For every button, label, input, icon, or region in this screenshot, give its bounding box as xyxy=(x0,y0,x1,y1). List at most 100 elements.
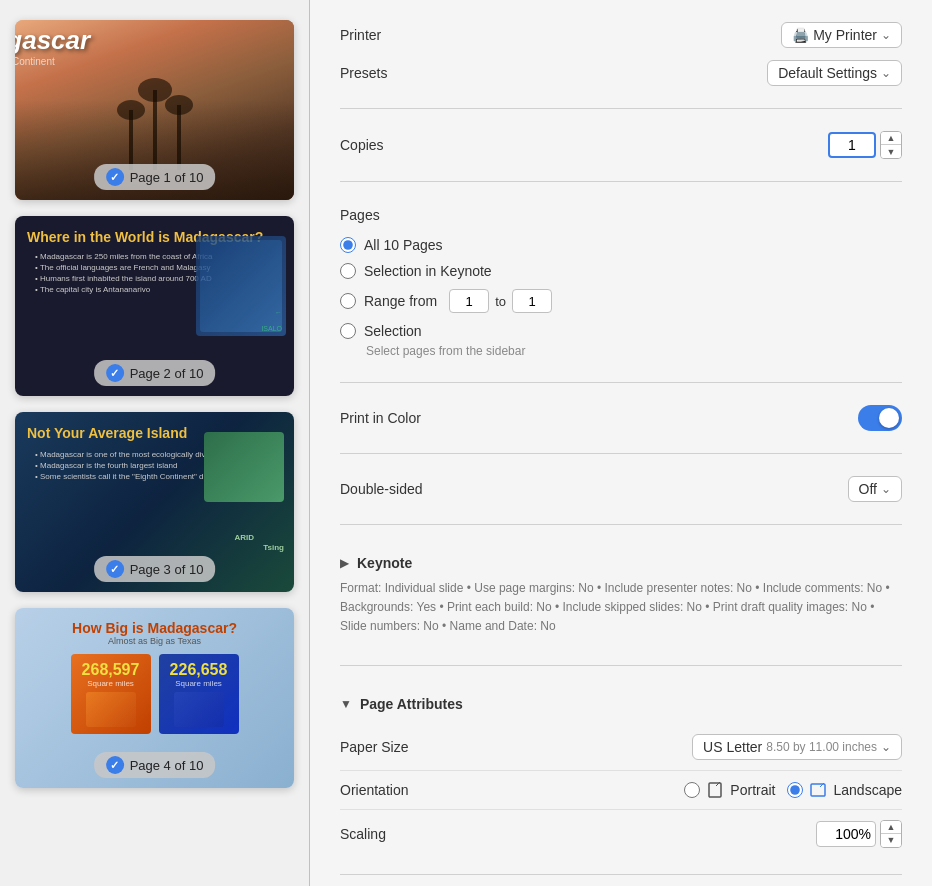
copies-increment-button[interactable]: ▲ xyxy=(881,132,901,145)
slide4-title: How Big is Madagascar? xyxy=(27,620,282,636)
range-inputs: to xyxy=(449,289,552,313)
pages-range-label[interactable]: Range from xyxy=(364,293,437,309)
color-label: Print in Color xyxy=(340,410,421,426)
slide4-stat-2: 226,658 Square miles xyxy=(159,654,239,734)
landscape-option[interactable]: Landscape xyxy=(787,781,902,799)
landscape-icon xyxy=(809,781,827,799)
bottom-bar: ? PDF ▾ Cancel Print xyxy=(340,875,902,886)
slide-item-2[interactable]: Where in the World is Madagascar? • Mada… xyxy=(15,216,294,396)
landscape-label[interactable]: Landscape xyxy=(833,782,902,798)
pages-radio-group: All 10 Pages Selection in Keynote Range … xyxy=(340,228,902,366)
portrait-radio[interactable] xyxy=(684,782,700,798)
color-toggle-thumb xyxy=(879,408,899,428)
orientation-row: Orientation Portrait Lands xyxy=(340,771,902,810)
page-attributes-content: Paper Size US Letter 8.50 by 11.00 inche… xyxy=(340,716,902,858)
double-sided-chevron-icon: ⌄ xyxy=(881,482,891,496)
copies-input[interactable] xyxy=(828,132,876,158)
range-to-input[interactable] xyxy=(512,289,552,313)
portrait-option[interactable]: Portrait xyxy=(684,781,775,799)
paper-size-detail: 8.50 by 11.00 inches xyxy=(766,740,877,754)
double-sided-row: Double-sided Off ⌄ xyxy=(340,470,902,508)
color-section: Print in Color xyxy=(340,383,902,454)
pages-selection-keynote-radio[interactable] xyxy=(340,263,356,279)
slide-check-icon-2 xyxy=(106,364,124,382)
copies-label: Copies xyxy=(340,137,384,153)
range-from-input[interactable] xyxy=(449,289,489,313)
slide-item-1[interactable]: Madagascar The 8th Continent Page 1 of 1… xyxy=(15,20,294,200)
presets-row: Presets Default Settings ⌄ xyxy=(340,54,902,92)
pages-selection-keynote-row: Selection in Keynote xyxy=(340,258,902,284)
printer-chevron-icon: ⌄ xyxy=(881,28,891,42)
slide-item-3[interactable]: Not Your Average Island • Madagascar is … xyxy=(15,412,294,592)
scaling-stepper: ▲ ▼ xyxy=(816,820,902,848)
printer-name: My Printer xyxy=(813,27,877,43)
keynote-section: ▶ Keynote Format: Individual slide • Use… xyxy=(340,525,902,666)
pages-selection-keynote-label[interactable]: Selection in Keynote xyxy=(364,263,492,279)
paper-size-chevron-icon: ⌄ xyxy=(881,740,891,754)
slide-label-1: Page 1 of 10 xyxy=(94,164,216,190)
svg-rect-2 xyxy=(811,784,825,796)
scaling-row: Scaling ▲ ▼ xyxy=(340,810,902,858)
pages-range-radio[interactable] xyxy=(340,293,356,309)
pages-selection-label[interactable]: Selection xyxy=(364,323,422,339)
portrait-label[interactable]: Portrait xyxy=(730,782,775,798)
slide-item-4[interactable]: How Big is Madagascar? Almost as Big as … xyxy=(15,608,294,788)
print-panel: Printer 🖨️ My Printer ⌄ Presets Default … xyxy=(310,0,932,886)
scaling-decrement-button[interactable]: ▼ xyxy=(881,834,901,847)
landscape-radio[interactable] xyxy=(787,782,803,798)
slide-label-2: Page 2 of 10 xyxy=(94,360,216,386)
copies-decrement-button[interactable]: ▼ xyxy=(881,145,901,158)
copies-section: Copies ▲ ▼ xyxy=(340,109,902,182)
selection-hint: Select pages from the sidebar xyxy=(366,344,902,362)
printer-dropdown[interactable]: 🖨️ My Printer ⌄ xyxy=(781,22,902,48)
range-to-label: to xyxy=(495,294,506,309)
pages-selection-radio[interactable] xyxy=(340,323,356,339)
presets-value: Default Settings ⌄ xyxy=(767,60,902,86)
orientation-label: Orientation xyxy=(340,782,408,798)
scaling-increment-button[interactable]: ▲ xyxy=(881,821,901,834)
keynote-title: Keynote xyxy=(357,555,412,571)
portrait-icon xyxy=(706,781,724,799)
page-attributes-section: ▼ Page Attributes Paper Size US Letter 8… xyxy=(340,666,902,875)
scaling-input[interactable] xyxy=(816,821,876,847)
slide1-main-title: Madagascar xyxy=(15,25,155,56)
copies-stepper: ▲ ▼ xyxy=(828,131,902,159)
double-sided-dropdown[interactable]: Off ⌄ xyxy=(848,476,902,502)
slide-check-icon-3 xyxy=(106,560,124,578)
copies-stepper-buttons: ▲ ▼ xyxy=(880,131,902,159)
printer-icon: 🖨️ xyxy=(792,27,809,43)
pages-selection-row: Selection xyxy=(340,318,902,344)
pages-all-label[interactable]: All 10 Pages xyxy=(364,237,443,253)
pages-all-row: All 10 Pages xyxy=(340,232,902,258)
presets-label: Presets xyxy=(340,65,387,81)
presets-chevron-icon: ⌄ xyxy=(881,66,891,80)
paper-size-name: US Letter xyxy=(703,739,762,755)
scaling-stepper-buttons: ▲ ▼ xyxy=(880,820,902,848)
printer-row: Printer 🖨️ My Printer ⌄ xyxy=(340,16,902,54)
slide4-stat-1: 268,597 Square miles xyxy=(71,654,151,734)
page-attributes-title: Page Attributes xyxy=(360,696,463,712)
pages-all-radio[interactable] xyxy=(340,237,356,253)
double-sided-section: Double-sided Off ⌄ xyxy=(340,454,902,525)
page-attributes-arrow-icon: ▼ xyxy=(340,697,352,711)
paper-size-label: Paper Size xyxy=(340,739,408,755)
slide-check-icon-1 xyxy=(106,168,124,186)
pages-section: Pages All 10 Pages Selection in Keynote … xyxy=(340,182,902,383)
keynote-header[interactable]: ▶ Keynote xyxy=(340,541,902,579)
presets-dropdown[interactable]: Default Settings ⌄ xyxy=(767,60,902,86)
scaling-label: Scaling xyxy=(340,826,386,842)
color-row: Print in Color xyxy=(340,399,902,437)
slide-sidebar: Madagascar The 8th Continent Page 1 of 1… xyxy=(0,0,310,886)
keynote-arrow-icon: ▶ xyxy=(340,556,349,570)
printer-value: 🖨️ My Printer ⌄ xyxy=(781,22,902,48)
orientation-group: Portrait Landscape xyxy=(684,781,902,799)
paper-size-dropdown[interactable]: US Letter 8.50 by 11.00 inches ⌄ xyxy=(692,734,902,760)
slide-label-3: Page 3 of 10 xyxy=(94,556,216,582)
svg-rect-0 xyxy=(709,783,721,797)
slide1-sub-title: The 8th Continent xyxy=(15,56,155,67)
page-attributes-header[interactable]: ▼ Page Attributes xyxy=(340,682,902,716)
printer-label: Printer xyxy=(340,27,381,43)
double-sided-value: Off xyxy=(859,481,877,497)
paper-size-row: Paper Size US Letter 8.50 by 11.00 inche… xyxy=(340,724,902,771)
color-toggle[interactable] xyxy=(858,405,902,431)
